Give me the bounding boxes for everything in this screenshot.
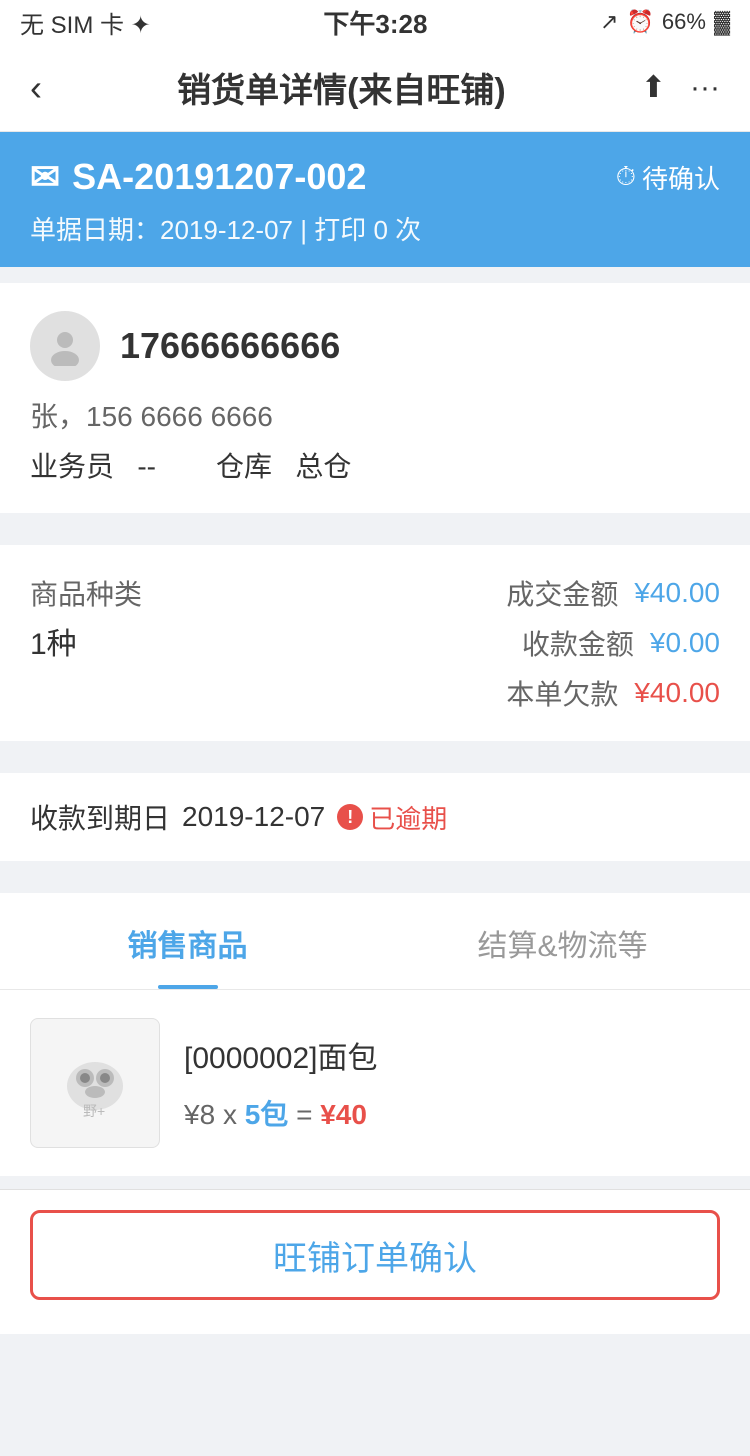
bottom-bar: 旺铺订单确认 [0, 1189, 750, 1334]
product-total: ¥40 [320, 1099, 367, 1130]
tab-settlement[interactable]: 结算&物流等 [375, 893, 750, 989]
customer-name-detail: 张，156 6666 6666 [30, 395, 720, 435]
salesperson-value: -- [137, 451, 156, 482]
tabs-section: 销售商品 结算&物流等 野+ [0000002]面包 [0, 893, 750, 1176]
warehouse-label: 仓库 [216, 451, 272, 482]
customer-extra: 业务员 -- 仓库 总仓 [30, 445, 720, 485]
divider-1 [0, 513, 750, 529]
product-image: 野+ [30, 1018, 160, 1148]
amount-received: ¥0.00 [650, 627, 720, 659]
nav-actions: ⬆ ··· [641, 70, 720, 105]
status-bar-right: ↗ ⏰ 66% ▓ [600, 9, 730, 35]
product-image-placeholder: 野+ [55, 1048, 135, 1118]
due-section: 收款到期日 2019-12-07 ! 已逾期 [0, 773, 750, 861]
location-icon: ↗ [600, 9, 618, 35]
order-header-top: ✉ SA-20191207-002 ⏱ 待确认 [30, 156, 720, 198]
summary-row-0: 成交金额 ¥40.00 [506, 573, 720, 613]
svg-text:野+: 野+ [83, 1103, 105, 1118]
battery-status: 66% [662, 9, 706, 35]
share-icon[interactable]: ⬆ [641, 70, 666, 105]
status-bar-time: 下午3:28 [323, 4, 427, 41]
divider-3 [0, 861, 750, 877]
sim-status: 无 SIM 卡 ✦ [20, 5, 151, 40]
product-multiply: x [223, 1099, 245, 1130]
product-price-row: ¥8 x 5包 = ¥40 [184, 1093, 720, 1133]
back-button[interactable]: ‹ [30, 67, 42, 109]
product-item: 野+ [0000002]面包 ¥8 x 5包 = ¥40 [0, 990, 750, 1176]
order-meta: 单据日期：2019-12-07 | 打印 0 次 [30, 210, 720, 247]
overdue-icon: ! [337, 804, 363, 830]
product-price: ¥8 [184, 1099, 215, 1130]
summary-left: 商品种类 1种 [30, 573, 142, 663]
due-date-label: 收款到期日 [30, 797, 170, 837]
due-date-value: 2019-12-07 [182, 801, 325, 833]
order-id: ✉ SA-20191207-002 [30, 156, 366, 198]
tab-products[interactable]: 销售商品 [0, 893, 375, 989]
divider-2 [0, 741, 750, 757]
product-quantity: 5包 [245, 1099, 289, 1130]
nav-bar: ‹ 销货单详情(来自旺铺) ⬆ ··· [0, 44, 750, 132]
more-icon[interactable]: ··· [690, 71, 720, 105]
amount-deal: ¥40.00 [634, 577, 720, 609]
order-header: ✉ SA-20191207-002 ⏱ 待确认 单据日期：2019-12-07 … [0, 132, 750, 267]
confirm-button[interactable]: 旺铺订单确认 [30, 1210, 720, 1300]
product-info: [0000002]面包 ¥8 x 5包 = ¥40 [184, 1033, 720, 1133]
customer-phone[interactable]: 17666666666 [120, 325, 340, 367]
tabs-row: 销售商品 结算&物流等 [0, 893, 750, 990]
avatar [30, 311, 100, 381]
product-equals: = [296, 1099, 320, 1130]
customer-row: 17666666666 [30, 311, 720, 381]
clock-icon: ⏱ [616, 161, 636, 193]
page-title: 销货单详情(来自旺铺) [177, 63, 506, 112]
battery-icon: ▓ [714, 9, 730, 35]
order-status: ⏱ 待确认 [616, 159, 720, 196]
summary-right: 成交金额 ¥40.00 收款金额 ¥0.00 本单欠款 ¥40.00 [506, 573, 720, 713]
warehouse-value: 总仓 [295, 451, 351, 482]
order-icon: ✉ [30, 156, 60, 198]
overdue-text: 已逾期 [369, 799, 447, 836]
alarm-icon: ⏰ [626, 9, 653, 35]
customer-section: 17666666666 张，156 6666 6666 业务员 -- 仓库 总仓 [0, 283, 750, 513]
status-bar-left: 无 SIM 卡 ✦ [20, 5, 151, 40]
summary-section: 商品种类 1种 成交金额 ¥40.00 收款金额 ¥0.00 本单欠款 ¥40.… [0, 545, 750, 741]
summary-row-2: 本单欠款 ¥40.00 [506, 673, 720, 713]
amount-owed: ¥40.00 [634, 677, 720, 709]
status-bar: 无 SIM 卡 ✦ 下午3:28 ↗ ⏰ 66% ▓ [0, 0, 750, 44]
product-name: [0000002]面包 [184, 1033, 720, 1077]
salesperson-label: 业务员 [30, 451, 114, 482]
summary-row-1: 收款金额 ¥0.00 [522, 623, 720, 663]
overdue-badge: ! 已逾期 [337, 799, 447, 836]
product-type-label: 商品种类 [30, 573, 142, 613]
product-type-value: 1种 [30, 619, 142, 663]
